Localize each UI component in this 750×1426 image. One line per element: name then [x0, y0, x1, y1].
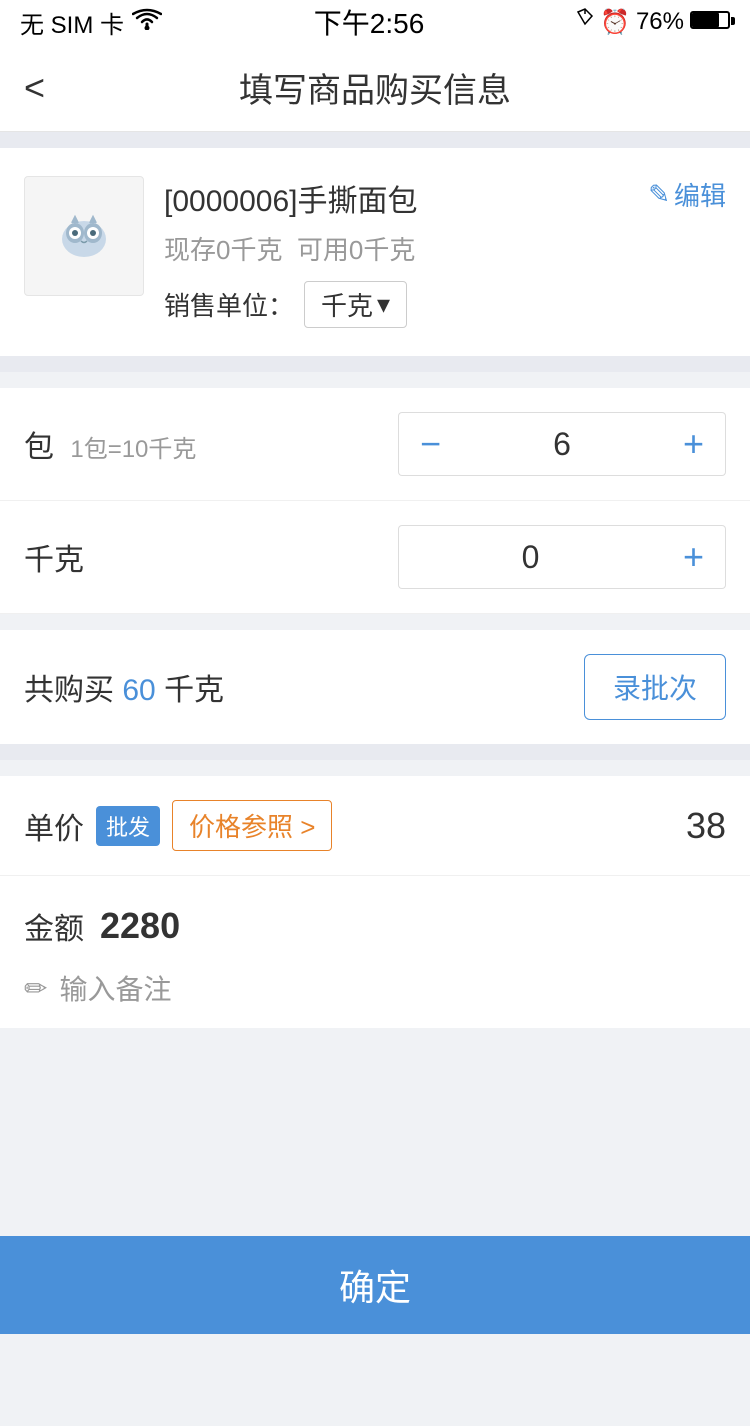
confirm-bar[interactable]: 确定 [0, 1236, 750, 1334]
form-section: 包 1包=10千克 − + 千克 + [0, 388, 750, 614]
total-value: 60 [122, 674, 164, 707]
edit-button[interactable]: ✎ 编辑 [648, 176, 726, 213]
status-left: 无 SIM 卡 [20, 5, 162, 40]
bag-minus-button[interactable]: − [398, 412, 462, 476]
status-time: 下午2:56 [314, 2, 425, 42]
battery-icon [690, 8, 730, 36]
amount-value: 2280 [100, 905, 180, 947]
kg-row: 千克 + [0, 501, 750, 614]
bag-quantity-control: − + [398, 412, 726, 476]
kg-quantity-control: + [398, 525, 726, 589]
price-section: 单价 批发 价格参照 > 38 [0, 776, 750, 876]
remark-row[interactable]: ✏ 输入备注 [24, 968, 726, 1018]
product-name: [0000006]手撕面包 [164, 176, 726, 220]
unit-label: 销售单位： [164, 286, 294, 323]
pencil-icon: ✏ [24, 972, 47, 1005]
bag-plus-button[interactable]: + [662, 412, 726, 476]
price-label-row: 单价 批发 价格参照 > [24, 800, 332, 851]
bag-label: 包 1包=10千克 [24, 422, 398, 466]
nav-bar: < 填写商品购买信息 [0, 44, 750, 132]
product-card: [0000006]手撕面包 现存0千克 可用0千克 销售单位： 千克 ▾ ✎ 编… [0, 148, 750, 356]
bag-row: 包 1包=10千克 − + [0, 388, 750, 501]
batch-button[interactable]: 录批次 [584, 654, 726, 720]
kg-label: 千克 [24, 535, 398, 579]
unit-select[interactable]: 千克 ▾ [304, 281, 407, 328]
location-icon [576, 8, 594, 37]
total-row: 共购买 60 千克 录批次 [0, 630, 750, 744]
price-label: 单价 [24, 804, 84, 848]
edit-icon: ✎ [648, 179, 670, 210]
chevron-down-icon: ▾ [377, 289, 390, 320]
back-button[interactable]: < [24, 67, 45, 109]
amount-section: 金额 2280 ✏ 输入备注 [0, 876, 750, 1028]
kg-quantity-input[interactable] [398, 525, 662, 589]
product-info: [0000006]手撕面包 现存0千克 可用0千克 销售单位： 千克 ▾ [164, 176, 726, 328]
status-right: ⏰ 76% [576, 8, 730, 37]
battery-percent: 76% [636, 8, 684, 36]
status-bar: 无 SIM 卡 下午2:56 ⏰ 76% [0, 0, 750, 44]
divider-2 [0, 356, 750, 372]
kg-plus-button[interactable]: + [662, 525, 726, 589]
product-thumbnail [24, 176, 144, 296]
carrier-text: 无 SIM 卡 [20, 5, 124, 40]
total-label: 共购买 60 千克 [24, 665, 224, 709]
remark-placeholder: 输入备注 [59, 968, 171, 1008]
bag-sub: 1包=10千克 [70, 436, 196, 463]
product-stock: 现存0千克 可用0千克 [164, 230, 726, 267]
wifi-icon [132, 8, 162, 37]
product-unit-row: 销售单位： 千克 ▾ [164, 281, 726, 328]
page-title: 填写商品购买信息 [239, 63, 511, 112]
amount-label: 金额 [24, 904, 84, 948]
alarm-icon: ⏰ [600, 8, 630, 37]
divider-1 [0, 132, 750, 148]
amount-row: 金额 2280 [24, 904, 726, 948]
pifa-badge: 批发 [96, 806, 160, 846]
confirm-label: 确定 [339, 1259, 411, 1311]
price-ref-button[interactable]: 价格参照 > [172, 800, 332, 851]
bag-quantity-input[interactable] [462, 412, 662, 476]
price-value: 38 [686, 805, 726, 847]
divider-3 [0, 744, 750, 760]
